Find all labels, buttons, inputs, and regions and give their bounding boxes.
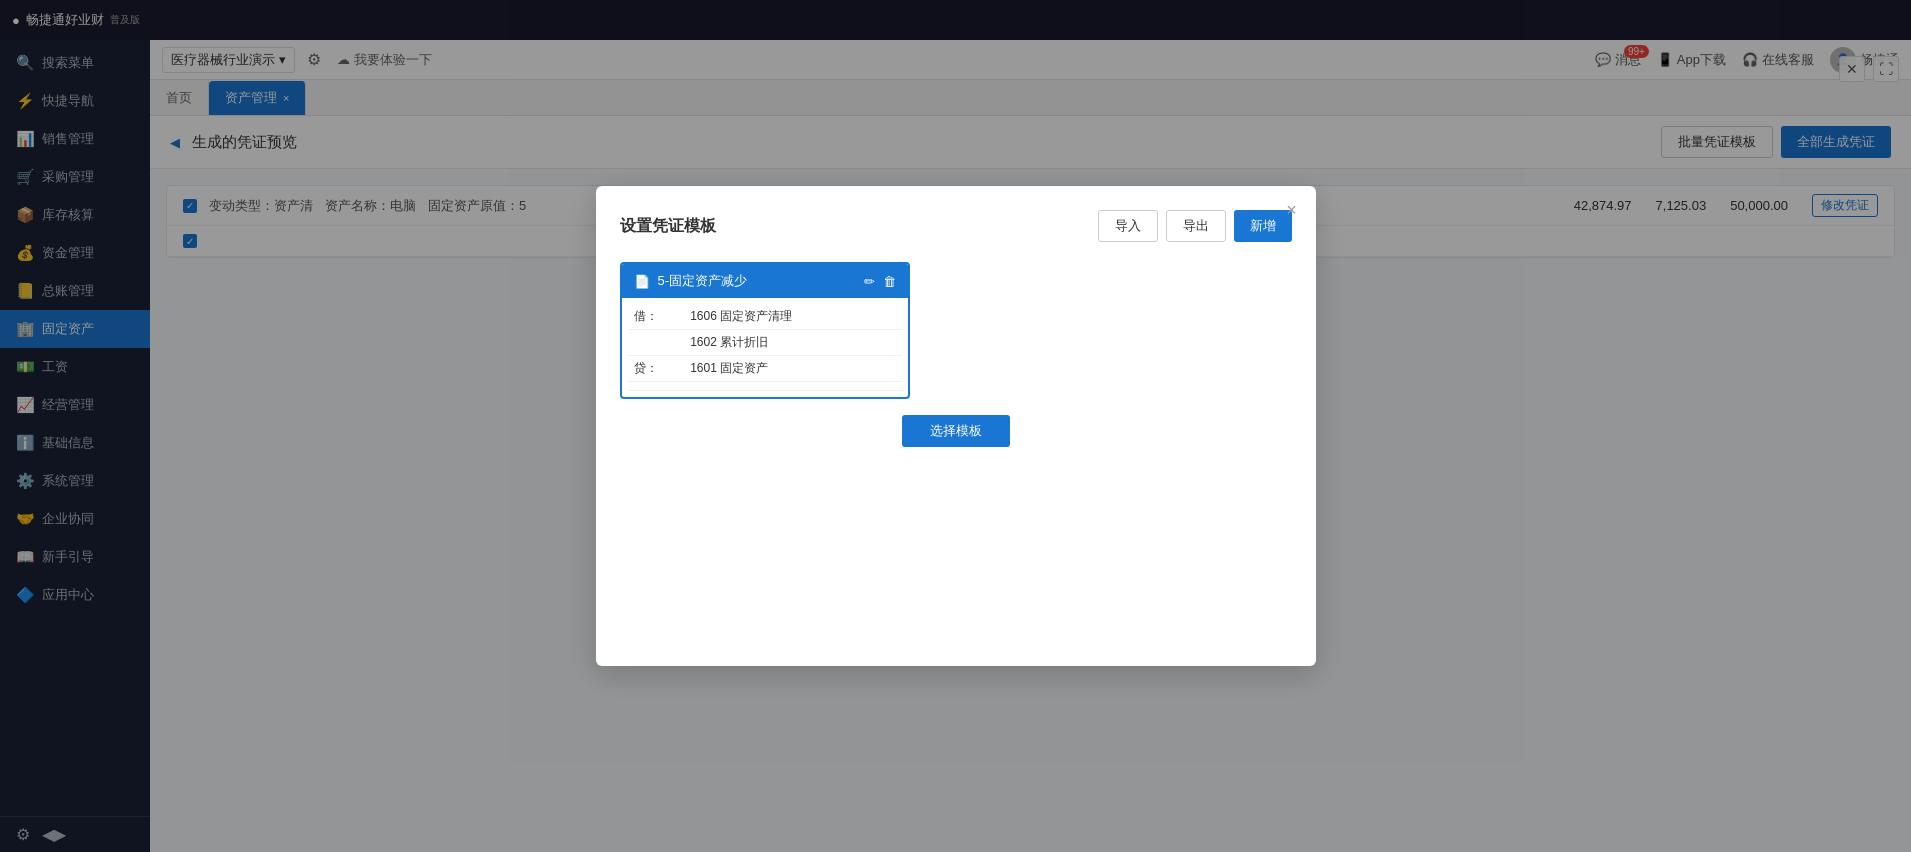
entry-debit-1 — [864, 304, 883, 330]
modal-overlay: 设置凭证模板 导入 导出 新增 × 📄 5-固定资产减少 ✏ 🗑 — [0, 0, 1911, 852]
template-header-actions-1: ✏ 🗑 — [864, 274, 896, 289]
export-btn[interactable]: 导出 — [1166, 210, 1226, 242]
template-name-1: 5-固定资产减少 — [658, 272, 748, 290]
entry-credit-2 — [883, 330, 902, 356]
entry-side-2 — [628, 330, 685, 356]
import-btn[interactable]: 导入 — [1098, 210, 1158, 242]
select-template-btn[interactable]: 选择模板 — [902, 415, 1010, 447]
entry-row-2: 1602 累计折旧 — [628, 330, 902, 356]
entry-row-3: 贷： 1601 固定资产 — [628, 356, 902, 382]
template-card-1: 📄 5-固定资产减少 ✏ 🗑 借： 1606 固定资产清理 — [620, 262, 910, 399]
template-doc-icon: 📄 — [634, 274, 650, 289]
entry-side-1: 借： — [628, 304, 685, 330]
entry-credit-4 — [883, 382, 902, 391]
modal-dialog: 设置凭证模板 导入 导出 新增 × 📄 5-固定资产减少 ✏ 🗑 — [596, 186, 1316, 666]
entry-account-1: 1606 固定资产清理 — [684, 304, 864, 330]
entry-credit-1 — [883, 304, 902, 330]
template-card-header-1: 📄 5-固定资产减少 ✏ 🗑 — [622, 264, 908, 298]
entry-side-3: 贷： — [628, 356, 685, 382]
entry-account-2: 1602 累计折旧 — [684, 330, 864, 356]
entry-account-3: 1601 固定资产 — [684, 356, 864, 382]
entry-credit-3 — [883, 356, 902, 382]
entry-row-1: 借： 1606 固定资产清理 — [628, 304, 902, 330]
template-entry-table: 借： 1606 固定资产清理 1602 累计折旧 贷： — [628, 304, 902, 391]
modal-header: 设置凭证模板 导入 导出 新增 — [620, 210, 1292, 242]
modal-title: 设置凭证模板 — [620, 216, 716, 237]
entry-debit-2 — [864, 330, 883, 356]
template-card-body-1: 借： 1606 固定资产清理 1602 累计折旧 贷： — [622, 298, 908, 397]
edit-icon[interactable]: ✏ — [864, 274, 875, 289]
modal-toolbar: 导入 导出 新增 — [1098, 210, 1292, 242]
modal-close-btn[interactable]: × — [1280, 198, 1304, 222]
entry-side-4 — [628, 382, 685, 391]
template-list: 📄 5-固定资产减少 ✏ 🗑 借： 1606 固定资产清理 — [620, 262, 1292, 399]
entry-row-4 — [628, 382, 902, 391]
delete-icon[interactable]: 🗑 — [883, 274, 896, 289]
entry-debit-3 — [864, 356, 883, 382]
entry-debit-4 — [864, 382, 883, 391]
entry-account-4 — [684, 382, 864, 391]
